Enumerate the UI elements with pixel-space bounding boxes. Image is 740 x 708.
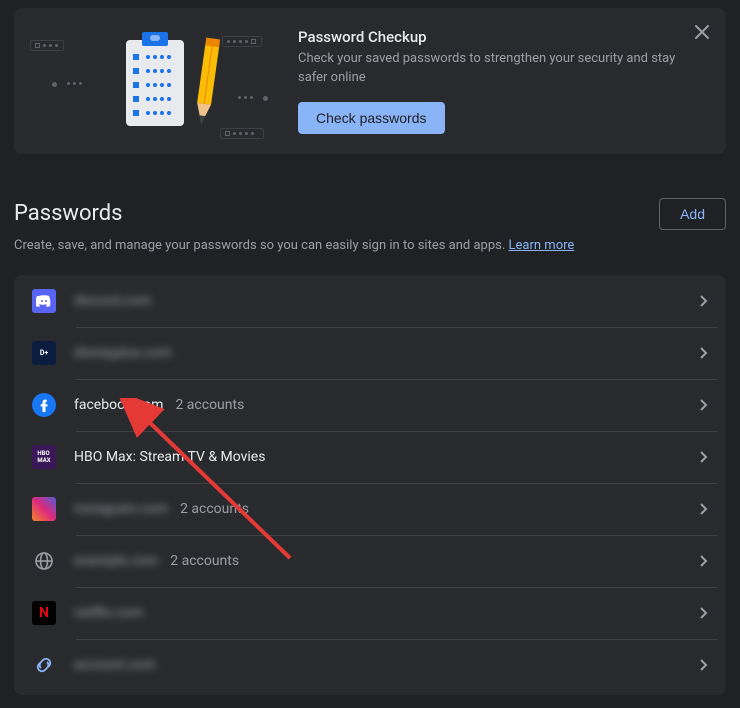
- password-list: discord.com D+ disneyplus.com facebook.c…: [14, 275, 726, 695]
- chevron-right-icon: [700, 659, 708, 671]
- globe-icon: [32, 549, 56, 573]
- chevron-right-icon: [700, 451, 708, 463]
- learn-more-link[interactable]: Learn more: [509, 238, 575, 253]
- chevron-right-icon: [700, 295, 708, 307]
- password-row[interactable]: N netflix.com: [14, 587, 726, 639]
- password-row-label: netflix.com: [74, 605, 143, 621]
- password-row-label: disneyplus.com: [74, 345, 172, 361]
- pencil-icon: [188, 37, 226, 130]
- password-row-label: discord.com: [74, 293, 152, 309]
- banner-description: Check your saved passwords to strengthen…: [298, 50, 678, 88]
- chevron-right-icon: [700, 347, 708, 359]
- password-row[interactable]: account.com: [14, 639, 726, 691]
- disney-icon: D+: [32, 341, 56, 365]
- password-row-label: HBO Max: Stream TV & Movies: [74, 449, 265, 465]
- discord-icon: [32, 289, 56, 313]
- password-row-sublabel: 2 accounts: [175, 397, 244, 413]
- password-row-sublabel: 2 accounts: [180, 501, 249, 517]
- facebook-icon: [32, 393, 56, 417]
- chevron-right-icon: [700, 503, 708, 515]
- password-row-label: account.com: [74, 657, 156, 673]
- banner-illustration: [34, 26, 294, 134]
- clipboard-icon: [120, 32, 190, 132]
- password-row-label: instagram.com: [74, 501, 168, 517]
- hbo-icon: HBOMAX: [32, 445, 56, 469]
- chevron-right-icon: [700, 607, 708, 619]
- password-checkup-banner: Password Checkup Check your saved passwo…: [14, 8, 726, 154]
- chevron-right-icon: [700, 555, 708, 567]
- password-row-label: facebook.com: [74, 397, 163, 413]
- password-row[interactable]: example.com 2 accounts: [14, 535, 726, 587]
- password-row[interactable]: discord.com: [14, 275, 726, 327]
- check-passwords-button[interactable]: Check passwords: [298, 102, 445, 134]
- banner-title: Password Checkup: [298, 28, 706, 46]
- password-row[interactable]: D+ disneyplus.com: [14, 327, 726, 379]
- netflix-icon: N: [32, 601, 56, 625]
- password-row[interactable]: HBOMAX HBO Max: Stream TV & Movies: [14, 431, 726, 483]
- password-row-facebook[interactable]: facebook.com 2 accounts: [14, 379, 726, 431]
- section-description: Create, save, and manage your passwords …: [14, 238, 726, 253]
- link-icon: [32, 653, 56, 677]
- instagram-icon: [32, 497, 56, 521]
- password-row-sublabel: 2 accounts: [170, 553, 239, 569]
- password-row[interactable]: instagram.com 2 accounts: [14, 483, 726, 535]
- page-title: Passwords: [14, 201, 123, 226]
- close-icon[interactable]: [688, 18, 716, 46]
- chevron-right-icon: [700, 399, 708, 411]
- password-row-label: example.com: [74, 553, 158, 569]
- add-button[interactable]: Add: [659, 198, 726, 230]
